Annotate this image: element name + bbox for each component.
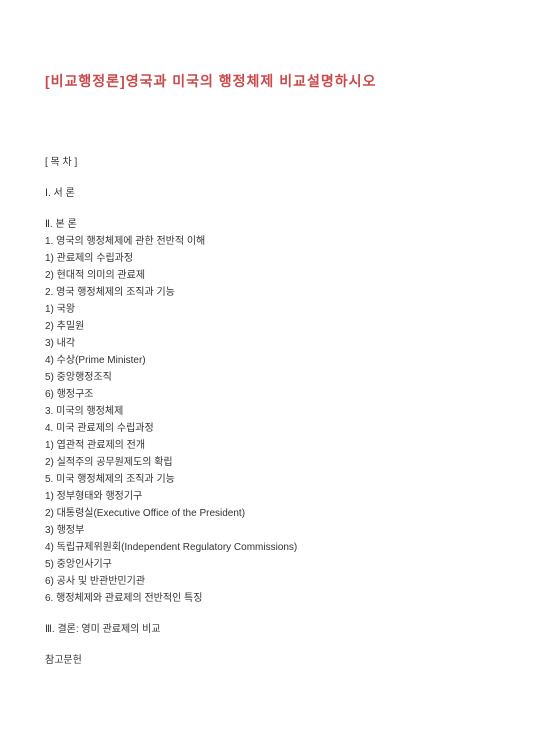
toc-item: 1. 영국의 행정체제에 관한 전반적 이해 [45, 233, 488, 250]
section-conclusion: Ⅲ. 결론: 영미 관료제의 비교 [45, 621, 488, 638]
toc-item: 4) 독립규제위원회(Independent Regulatory Commis… [45, 539, 488, 556]
toc-item: 6) 공사 및 반관반민기관 [45, 573, 488, 590]
toc-item: 4. 미국 관료제의 수립과정 [45, 420, 488, 437]
toc-item: 1) 국왕 [45, 301, 488, 318]
toc-item: 2. 영국 행정체제의 조직과 기능 [45, 284, 488, 301]
toc-item: 2) 실적주의 공무원제도의 확립 [45, 454, 488, 471]
toc-item: 3. 미국의 행정체제 [45, 403, 488, 420]
toc-item: 3) 행정부 [45, 522, 488, 539]
toc-item: 2) 현대적 의미의 관료제 [45, 267, 488, 284]
section-body: Ⅱ. 본 론 [45, 216, 488, 233]
toc-item: 2) 추밀원 [45, 318, 488, 335]
section-intro: Ⅰ. 서 론 [45, 185, 488, 202]
toc-item: 1) 관료제의 수립과정 [45, 250, 488, 267]
toc-item: 6) 행정구조 [45, 386, 488, 403]
toc-item: 5) 중앙행정조직 [45, 369, 488, 386]
section-references: 참고문헌 [45, 652, 488, 669]
toc-item: 6. 행정체제와 관료제의 전반적인 특징 [45, 590, 488, 607]
toc-label: [ 목 차 ] [45, 154, 488, 171]
toc-item: 5) 중앙인사기구 [45, 556, 488, 573]
toc-item: 5. 미국 행정체제의 조직과 기능 [45, 471, 488, 488]
toc-item: 1) 정부형태와 행정기구 [45, 488, 488, 505]
document-title: [비교행정론]영국과 미국의 행정체제 비교설명하시오 [45, 70, 488, 94]
toc-item: 3) 내각 [45, 335, 488, 352]
toc-item: 1) 엽관적 관료제의 전개 [45, 437, 488, 454]
toc-item: 2) 대통령실(Executive Office of the Presiden… [45, 505, 488, 522]
toc-item: 4) 수상(Prime Minister) [45, 352, 488, 369]
